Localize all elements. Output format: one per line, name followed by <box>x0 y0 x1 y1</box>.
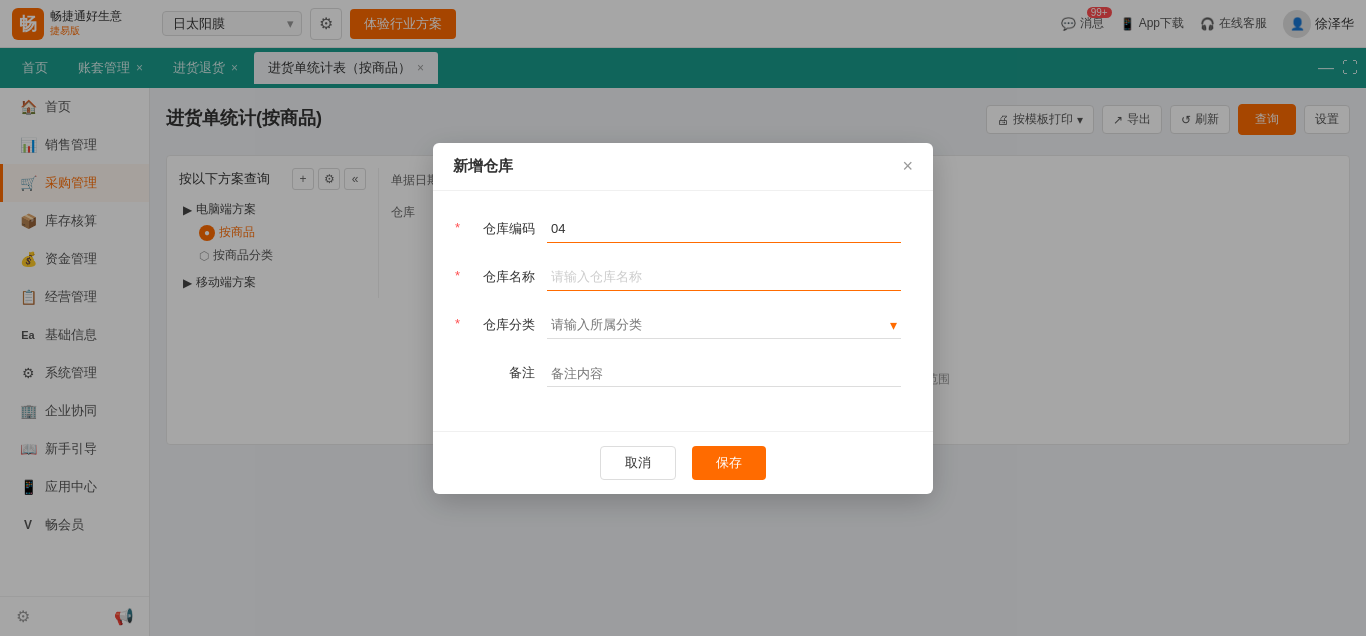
modal-close-button[interactable]: × <box>902 157 913 175</box>
note-label: 备注 <box>465 364 535 382</box>
modal-footer: 取消 保存 <box>433 431 933 494</box>
code-input[interactable] <box>547 215 901 243</box>
modal-body: 仓库编码 仓库名称 仓库分类 ▾ 备注 <box>433 191 933 431</box>
name-input[interactable] <box>547 263 901 291</box>
category-label: 仓库分类 <box>465 316 535 334</box>
modal-overlay[interactable]: 新增仓库 × 仓库编码 仓库名称 仓库分类 ▾ 备注 <box>0 0 1366 636</box>
cancel-button[interactable]: 取消 <box>600 446 676 480</box>
save-button[interactable]: 保存 <box>692 446 766 480</box>
note-textarea[interactable] <box>547 359 901 387</box>
form-row-code: 仓库编码 <box>465 215 901 243</box>
category-select-wrap: ▾ <box>547 311 901 339</box>
category-select[interactable] <box>547 311 901 339</box>
modal-header: 新增仓库 × <box>433 143 933 191</box>
modal-title: 新增仓库 <box>453 157 513 176</box>
form-row-category: 仓库分类 ▾ <box>465 311 901 339</box>
code-label: 仓库编码 <box>465 220 535 238</box>
modal-dialog: 新增仓库 × 仓库编码 仓库名称 仓库分类 ▾ 备注 <box>433 143 933 494</box>
form-row-note: 备注 <box>465 359 901 387</box>
name-label: 仓库名称 <box>465 268 535 286</box>
form-row-name: 仓库名称 <box>465 263 901 291</box>
